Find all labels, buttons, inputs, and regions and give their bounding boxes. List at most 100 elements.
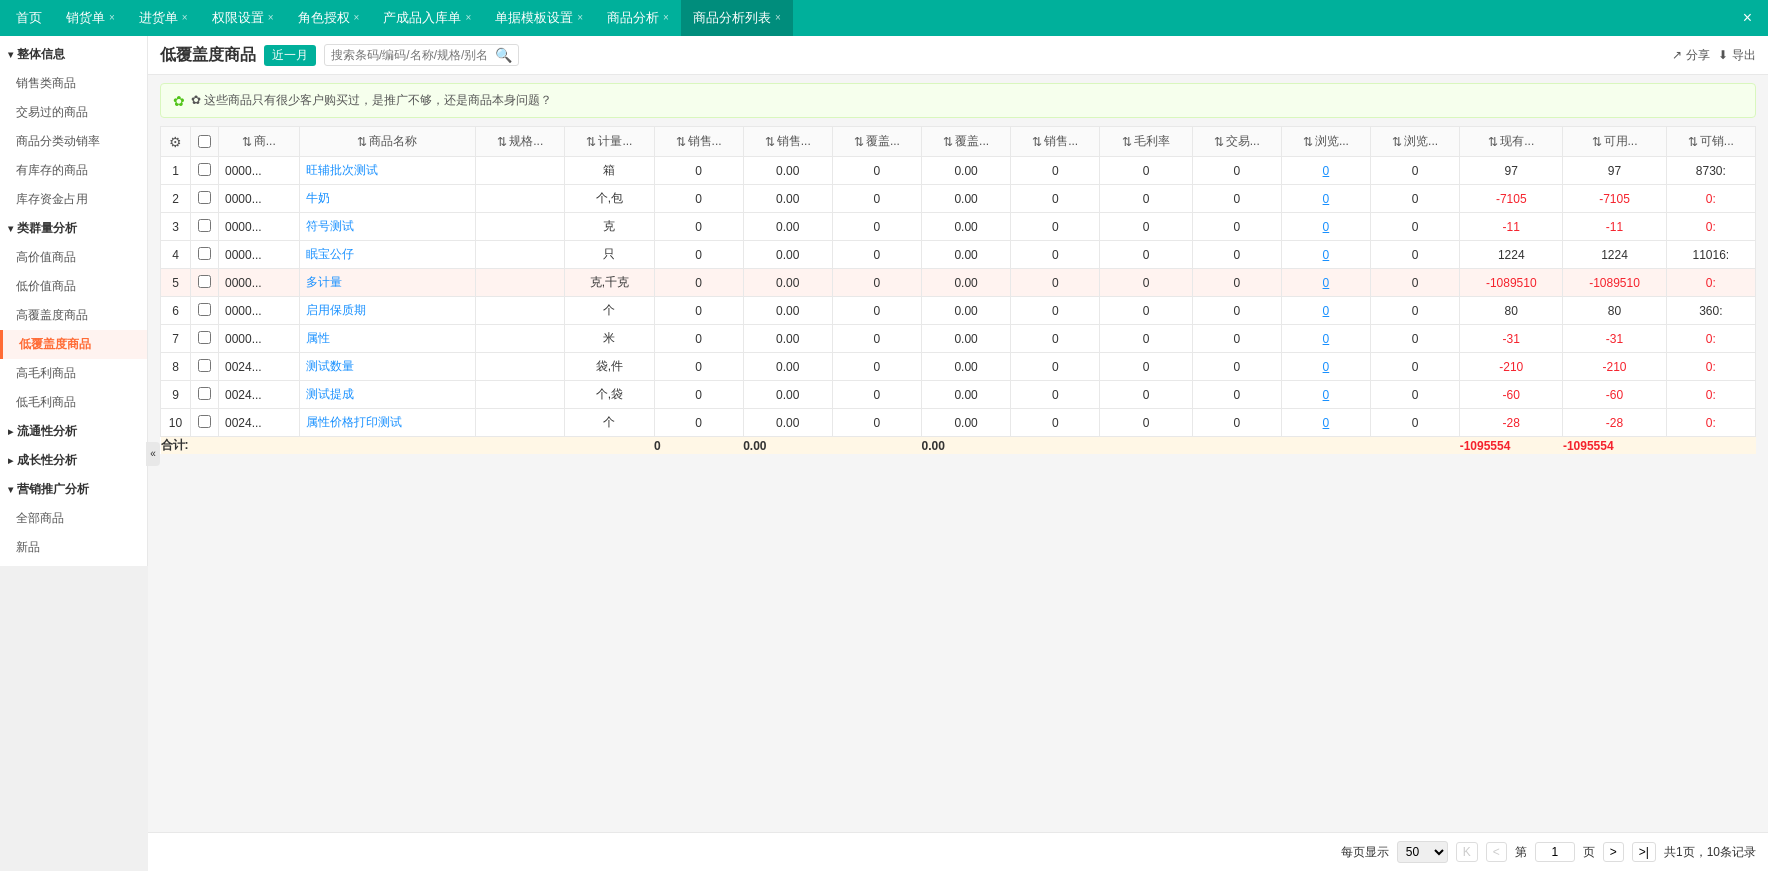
- sort-icon[interactable]: ⇅: [765, 135, 775, 149]
- cell-check[interactable]: [191, 409, 219, 437]
- search-icon[interactable]: 🔍: [495, 47, 512, 63]
- sidebar-item-all-goods[interactable]: 全部商品: [0, 504, 147, 533]
- cell-name[interactable]: 牛奶: [299, 185, 476, 213]
- sidebar-item-low-coverage[interactable]: 低覆盖度商品: [0, 330, 147, 359]
- nav-role[interactable]: 角色授权 ×: [286, 0, 372, 36]
- cell-browse1[interactable]: 0: [1281, 381, 1370, 409]
- sidebar-item-low-value[interactable]: 低价值商品: [0, 272, 147, 301]
- th-gear[interactable]: ⚙: [161, 127, 191, 157]
- sidebar-item-low-profit[interactable]: 低毛利商品: [0, 388, 147, 417]
- cell-browse1[interactable]: 0: [1281, 269, 1370, 297]
- prev-page-button[interactable]: <: [1486, 842, 1507, 862]
- nav-sales[interactable]: 销货单 ×: [54, 0, 127, 36]
- cell-name[interactable]: 多计量: [299, 269, 476, 297]
- cell-name[interactable]: 旺辅批次测试: [299, 157, 476, 185]
- nav-sales-close[interactable]: ×: [109, 0, 115, 36]
- sidebar-section-marketing[interactable]: ▾ 营销推广分析: [0, 475, 147, 504]
- sort-icon[interactable]: ⇅: [1122, 135, 1132, 149]
- sort-icon[interactable]: ⇅: [1592, 135, 1602, 149]
- cell-browse1[interactable]: 0: [1281, 409, 1370, 437]
- row-checkbox[interactable]: [198, 191, 211, 204]
- cell-name[interactable]: 测试数量: [299, 353, 476, 381]
- sort-icon[interactable]: ⇅: [1688, 135, 1698, 149]
- cell-name[interactable]: 符号测试: [299, 213, 476, 241]
- nav-template-close[interactable]: ×: [577, 0, 583, 36]
- export-button[interactable]: ⬇ 导出: [1718, 47, 1756, 64]
- table-wrapper[interactable]: ⚙ ⇅商... ⇅商品名称 ⇅规格... ⇅计量... ⇅销售... ⇅销售..…: [160, 126, 1756, 832]
- sidebar-item-high-value[interactable]: 高价值商品: [0, 243, 147, 272]
- sidebar-item-stocked-goods[interactable]: 有库存的商品: [0, 156, 147, 185]
- select-all-checkbox[interactable]: [198, 135, 211, 148]
- nav-template[interactable]: 单据模板设置 ×: [483, 0, 595, 36]
- sidebar-collapse-button[interactable]: «: [146, 442, 160, 466]
- nav-purchase-close[interactable]: ×: [182, 0, 188, 36]
- cell-browse1[interactable]: 0: [1281, 213, 1370, 241]
- page-number-input[interactable]: [1535, 842, 1575, 862]
- sidebar-item-new-goods[interactable]: 新品: [0, 533, 147, 562]
- cell-browse1[interactable]: 0: [1281, 157, 1370, 185]
- row-checkbox[interactable]: [198, 163, 211, 176]
- cell-browse1[interactable]: 0: [1281, 185, 1370, 213]
- row-checkbox[interactable]: [198, 387, 211, 400]
- th-check[interactable]: [191, 127, 219, 157]
- sort-icon[interactable]: ⇅: [242, 135, 252, 149]
- sort-icon[interactable]: ⇅: [943, 135, 953, 149]
- first-page-button[interactable]: K: [1456, 842, 1478, 862]
- cell-check[interactable]: [191, 325, 219, 353]
- cell-name[interactable]: 属性: [299, 325, 476, 353]
- nav-home[interactable]: 首页: [4, 0, 54, 36]
- sort-icon[interactable]: ⇅: [586, 135, 596, 149]
- cell-browse1[interactable]: 0: [1281, 241, 1370, 269]
- cell-name[interactable]: 测试提成: [299, 381, 476, 409]
- nav-analysis[interactable]: 商品分析 ×: [595, 0, 681, 36]
- cell-check[interactable]: [191, 353, 219, 381]
- sidebar-item-high-coverage[interactable]: 高覆盖度商品: [0, 301, 147, 330]
- nav-production[interactable]: 产成品入库单 ×: [371, 0, 483, 36]
- cell-name[interactable]: 启用保质期: [299, 297, 476, 325]
- sidebar-section-cluster[interactable]: ▾ 类群量分析: [0, 214, 147, 243]
- sidebar-item-high-profit[interactable]: 高毛利商品: [0, 359, 147, 388]
- sidebar-item-sales-goods[interactable]: 销售类商品: [0, 69, 147, 98]
- cell-check[interactable]: [191, 297, 219, 325]
- sidebar-section-overview[interactable]: ▾ 整体信息: [0, 40, 147, 69]
- sidebar-item-traded-goods[interactable]: 交易过的商品: [0, 98, 147, 127]
- sort-icon[interactable]: ⇅: [676, 135, 686, 149]
- sort-icon[interactable]: ⇅: [1392, 135, 1402, 149]
- nav-analysis-list-close[interactable]: ×: [775, 0, 781, 36]
- sort-icon[interactable]: ⇅: [1214, 135, 1224, 149]
- cell-browse1[interactable]: 0: [1281, 297, 1370, 325]
- next-page-button[interactable]: >: [1603, 842, 1624, 862]
- row-checkbox[interactable]: [198, 247, 211, 260]
- sidebar-section-flow[interactable]: ▸ 流通性分析: [0, 417, 147, 446]
- cell-browse1[interactable]: 0: [1281, 325, 1370, 353]
- nav-production-close[interactable]: ×: [465, 0, 471, 36]
- sidebar-item-stock-capital[interactable]: 库存资金占用: [0, 185, 147, 214]
- row-checkbox[interactable]: [198, 359, 211, 372]
- cell-check[interactable]: [191, 269, 219, 297]
- sort-icon[interactable]: ⇅: [1488, 135, 1498, 149]
- last-page-button[interactable]: >|: [1632, 842, 1656, 862]
- gear-icon[interactable]: ⚙: [169, 134, 182, 150]
- cell-check[interactable]: [191, 241, 219, 269]
- sort-icon[interactable]: ⇅: [357, 135, 367, 149]
- sort-icon[interactable]: ⇅: [497, 135, 507, 149]
- cell-check[interactable]: [191, 185, 219, 213]
- cell-name[interactable]: 属性价格打印测试: [299, 409, 476, 437]
- cell-check[interactable]: [191, 381, 219, 409]
- row-checkbox[interactable]: [198, 275, 211, 288]
- close-all-button[interactable]: ×: [1731, 9, 1764, 27]
- sort-icon[interactable]: ⇅: [854, 135, 864, 149]
- time-filter-button[interactable]: 近一月: [264, 45, 316, 66]
- cell-check[interactable]: [191, 213, 219, 241]
- row-checkbox[interactable]: [198, 303, 211, 316]
- nav-permission-close[interactable]: ×: [268, 0, 274, 36]
- search-input[interactable]: [331, 48, 491, 62]
- sidebar-section-growth[interactable]: ▸ 成长性分析: [0, 446, 147, 475]
- nav-purchase[interactable]: 进货单 ×: [127, 0, 200, 36]
- row-checkbox[interactable]: [198, 219, 211, 232]
- share-button[interactable]: ↗ 分享: [1672, 47, 1710, 64]
- row-checkbox[interactable]: [198, 331, 211, 344]
- row-checkbox[interactable]: [198, 415, 211, 428]
- sort-icon[interactable]: ⇅: [1303, 135, 1313, 149]
- nav-role-close[interactable]: ×: [354, 0, 360, 36]
